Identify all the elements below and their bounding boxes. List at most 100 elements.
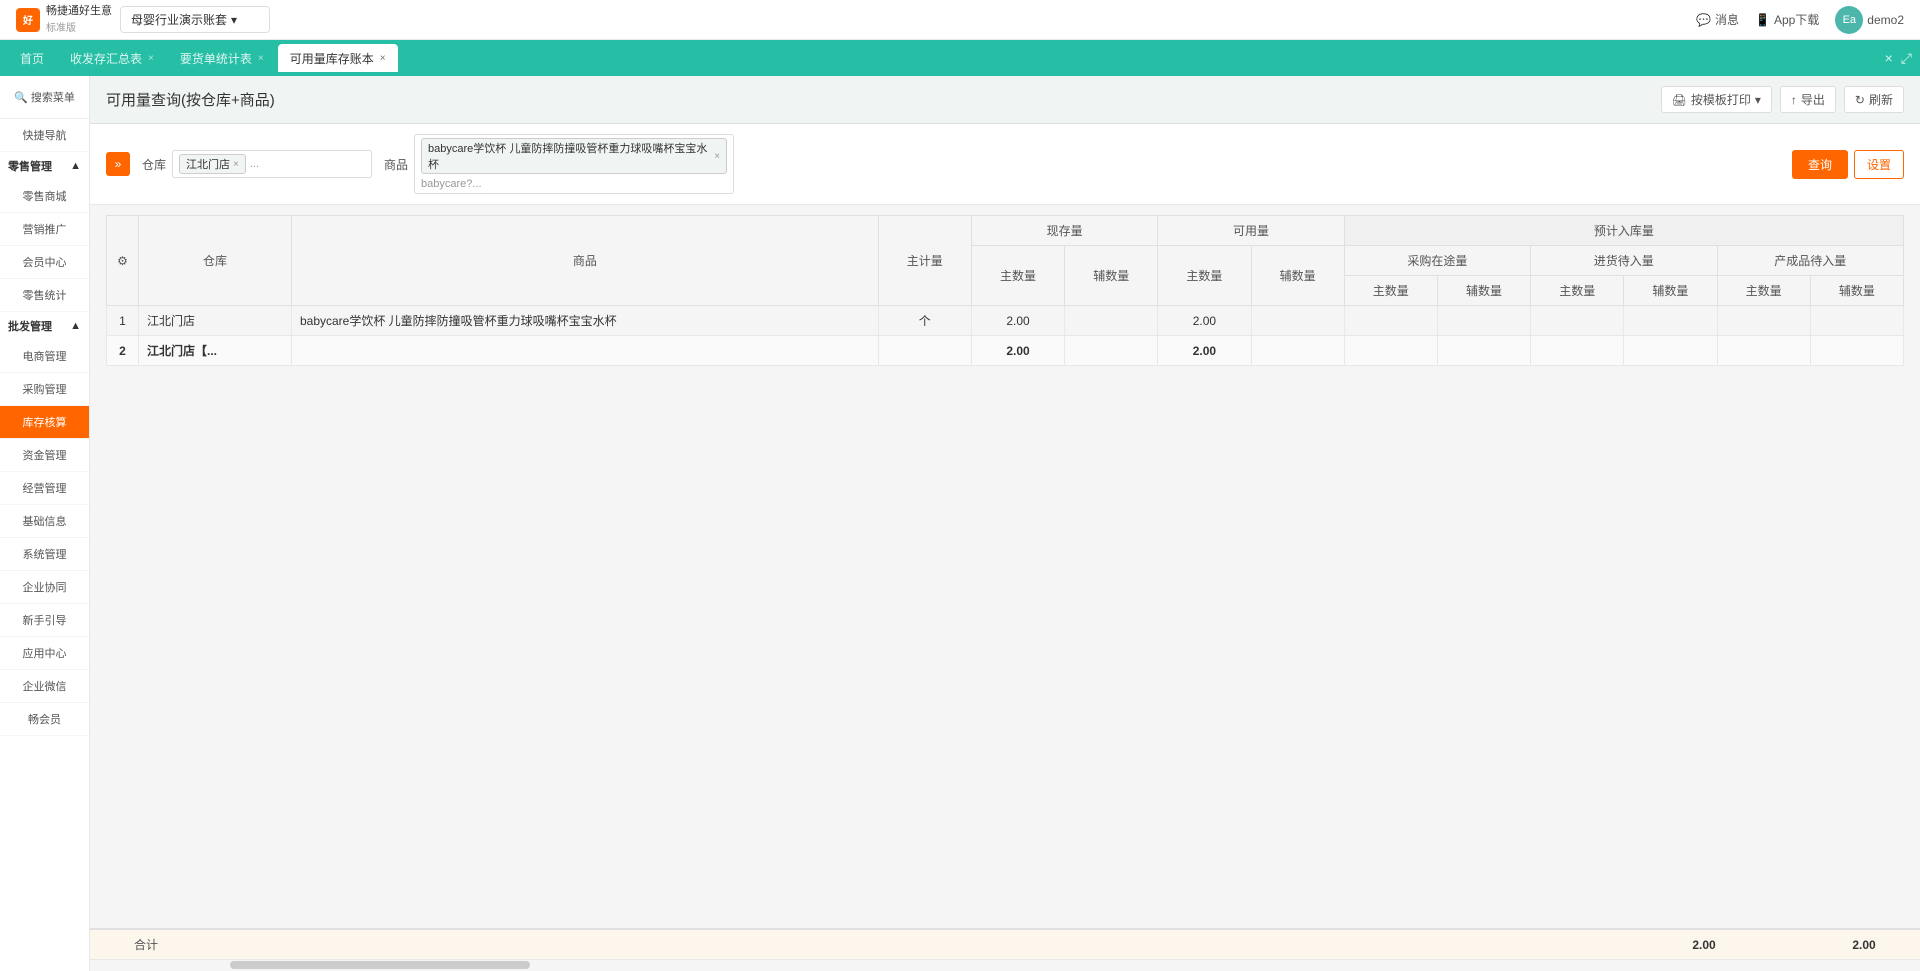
tab-available-stock[interactable]: 可用量库存账本 × [278, 44, 398, 72]
sidebar-item-finance[interactable]: 资金管理 [0, 439, 89, 472]
row-avail-main-subtotal: 2.00 [1158, 336, 1251, 366]
org-selector[interactable]: 母婴行业演示账套 ▾ [120, 6, 270, 33]
sidebar-item-wholesale-mgmt[interactable]: 批发管理 ▲ [0, 312, 89, 340]
sidebar-item-system[interactable]: 系统管理 [0, 538, 89, 571]
sidebar-item-purchase[interactable]: 采购管理 [0, 373, 89, 406]
row-product: babycare学饮杯 儿童防摔防撞吸管杯重力球吸嘴杯宝宝水杯 [291, 306, 878, 336]
export-button[interactable]: ↑ 导出 [1780, 86, 1836, 113]
tab-close-all[interactable]: × [1885, 50, 1893, 66]
pur-transit-main-header: 主数量 [1344, 276, 1437, 306]
sidebar-item-member[interactable]: 会员中心 [0, 246, 89, 279]
tab-available-stock-label: 可用量库存账本 [290, 50, 374, 67]
tab-bar: 首页 收发存汇总表 × 要货单统计表 × 可用量库存账本 × × ⤢ [0, 40, 1920, 76]
page-header: 可用量查询(按仓库+商品) 🖨 按模板打印 ▾ ↑ 导出 ↻ 刷新 [90, 76, 1920, 124]
sidebar-item-retail-stats[interactable]: 零售统计 [0, 279, 89, 312]
table-container: ⚙ 仓库 商品 主计量 现存量 可用量 预计入库量 主数量 辅数量 主数量 辅数… [90, 205, 1920, 928]
row-pur-transit-main [1344, 306, 1437, 336]
page-actions: 🖨 按模板打印 ▾ ↑ 导出 ↻ 刷新 [1661, 86, 1904, 113]
page-title: 可用量查询(按仓库+商品) [106, 89, 275, 110]
row-avail-aux [1251, 306, 1344, 336]
row-unit-subtotal [878, 336, 971, 366]
row-finished-main [1717, 306, 1810, 336]
filter-expand-button[interactable]: » [106, 152, 130, 176]
sidebar-search-area: 🔍 搜索菜单 [0, 76, 89, 119]
finished-aux-header: 辅数量 [1810, 276, 1903, 306]
product-filter-label: 商品 [384, 156, 408, 173]
row-warehouse-subtotal: 江北门店【... [139, 336, 292, 366]
product-tag-babycare: babycare学饮杯 儿童防摔防撞吸管杯重力球吸嘴杯宝宝水杯 × [421, 138, 727, 174]
refresh-button[interactable]: ↻ 刷新 [1844, 86, 1904, 113]
top-bar-left: 好 畅捷通好生意 标准版 母婴行业演示账套 ▾ [16, 5, 270, 33]
scrollbar-thumb[interactable] [230, 961, 530, 969]
tab-expand[interactable]: ⤢ [1901, 50, 1912, 67]
avail-main-qty-header: 主数量 [1158, 246, 1251, 306]
current-stock-group-header: 现存量 [971, 216, 1157, 246]
settings-col-header: ⚙ [107, 216, 139, 306]
row-incoming-aux-subtotal [1624, 336, 1717, 366]
tab-available-stock-close[interactable]: × [380, 53, 386, 64]
horizontal-scrollbar[interactable] [90, 959, 1920, 971]
sidebar-item-guide[interactable]: 新手引导 [0, 604, 89, 637]
sidebar-item-enterprise[interactable]: 企业协同 [0, 571, 89, 604]
pur-transit-aux-header: 辅数量 [1437, 276, 1530, 306]
row-incoming-main [1531, 306, 1624, 336]
warehouse-filter-group: 仓库 江北门店 × ... [142, 150, 372, 178]
download-label: App下载 [1774, 11, 1819, 28]
sidebar-search-button[interactable]: 🔍 搜索菜单 [8, 84, 81, 110]
warehouse-tag-close[interactable]: × [233, 159, 239, 170]
row-index: 2 [107, 336, 139, 366]
sidebar-item-marketing[interactable]: 营销推广 [0, 213, 89, 246]
logo-text: 畅捷通好生意 [46, 5, 112, 18]
row-incoming-main-subtotal [1531, 336, 1624, 366]
sidebar-item-basic-info[interactable]: 基础信息 [0, 505, 89, 538]
message-button[interactable]: 💬 消息 [1696, 11, 1739, 28]
warehouse-filter-input[interactable]: 江北门店 × ... [172, 150, 372, 178]
chevron-down-icon: ▲ [70, 160, 81, 172]
chevron-down-icon-2: ▲ [70, 320, 81, 332]
logo-area: 好 畅捷通好生意 标准版 [16, 5, 112, 33]
incoming-main-header: 主数量 [1531, 276, 1624, 306]
product-filter-input[interactable]: babycare学饮杯 儿童防摔防撞吸管杯重力球吸嘴杯宝宝水杯 × babyca… [414, 134, 734, 194]
tab-order-stats[interactable]: 要货单统计表 × [168, 44, 276, 72]
app-download-button[interactable]: 📱 App下载 [1755, 11, 1819, 28]
tab-receipt-summary-close[interactable]: × [148, 53, 154, 64]
org-arrow: ▾ [231, 13, 237, 27]
top-bar: 好 畅捷通好生意 标准版 母婴行业演示账套 ▾ 💬 消息 📱 App下载 Ea … [0, 0, 1920, 40]
org-name: 母婴行业演示账套 [131, 11, 227, 28]
incoming-header: 进货待入量 [1531, 246, 1717, 276]
user-menu[interactable]: Ea demo2 [1835, 6, 1904, 34]
user-name: demo2 [1867, 13, 1904, 27]
sidebar-retail-mgmt-label: 零售管理 [8, 158, 52, 174]
phone-icon: 📱 [1755, 13, 1770, 27]
sidebar-item-inventory[interactable]: 库存核算 [0, 406, 89, 439]
settings-button[interactable]: 设置 [1854, 150, 1904, 179]
product-col-header: 商品 [291, 216, 878, 306]
sidebar: 🔍 搜索菜单 快捷导航 零售管理 ▲ 零售商城 营销推广 会员中心 零售统计 批… [0, 76, 90, 971]
template-print-button[interactable]: 🖨 按模板打印 ▾ [1661, 86, 1772, 113]
sidebar-item-operations[interactable]: 经营管理 [0, 472, 89, 505]
content-area: 可用量查询(按仓库+商品) 🖨 按模板打印 ▾ ↑ 导出 ↻ 刷新 » [90, 76, 1920, 971]
sidebar-item-retail-mgmt[interactable]: 零售管理 ▲ [0, 152, 89, 180]
tab-order-stats-close[interactable]: × [258, 53, 264, 64]
tab-receipt-summary[interactable]: 收发存汇总表 × [58, 44, 166, 72]
footer-avail-main: 2.00 [1824, 938, 1904, 952]
sidebar-item-member2[interactable]: 畅会员 [0, 703, 89, 736]
sidebar-item-ecommerce[interactable]: 电商管理 [0, 340, 89, 373]
row-stock-aux [1065, 306, 1158, 336]
message-label: 消息 [1715, 11, 1739, 28]
warehouse-col-header: 仓库 [139, 216, 292, 306]
avail-aux-qty-header: 辅数量 [1251, 246, 1344, 306]
row-finished-aux [1810, 306, 1903, 336]
sidebar-item-wechat[interactable]: 企业微信 [0, 670, 89, 703]
sidebar-item-quick-nav[interactable]: 快捷导航 [0, 119, 89, 152]
print-icon: 🖨 [1672, 93, 1687, 107]
sidebar-item-retail-mall[interactable]: 零售商城 [0, 180, 89, 213]
main-layout: 🔍 搜索菜单 快捷导航 零售管理 ▲ 零售商城 营销推广 会员中心 零售统计 批… [0, 76, 1920, 971]
filter-row: » 仓库 江北门店 × ... 商品 babycare学饮杯 儿童防摔防撞吸管杯… [90, 124, 1920, 205]
row-unit: 个 [878, 306, 971, 336]
tab-home[interactable]: 首页 [8, 44, 56, 72]
query-button[interactable]: 查询 [1792, 150, 1848, 179]
product-tag-close[interactable]: × [714, 151, 720, 162]
sidebar-item-app-center[interactable]: 应用中心 [0, 637, 89, 670]
footer-label: 合计 [106, 936, 186, 953]
